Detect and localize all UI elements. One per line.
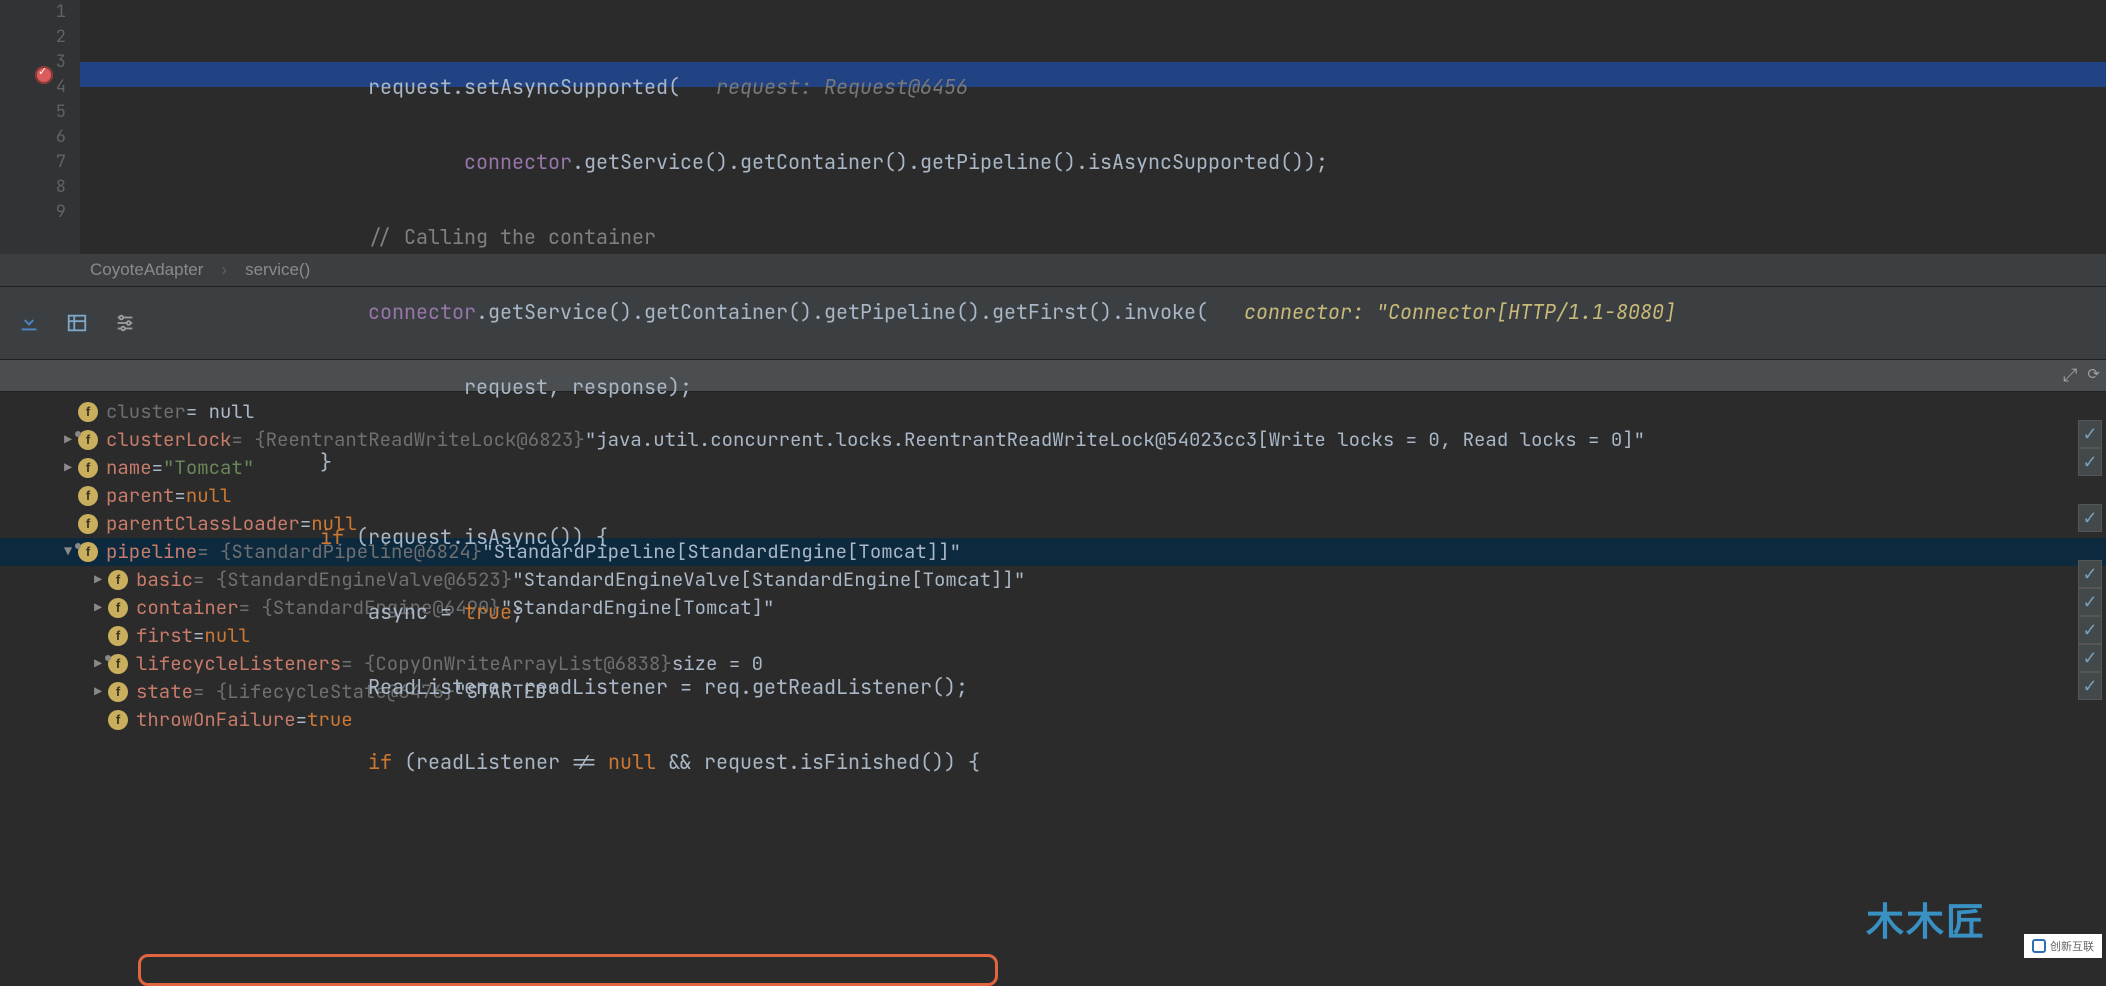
field-icon: f: [108, 570, 128, 590]
code-text: }: [320, 449, 332, 475]
expand-icon[interactable]: ⤢: [2063, 364, 2077, 387]
variable-name: first: [136, 622, 193, 650]
line-number: 6: [0, 125, 66, 150]
variable-value: "StandardEngineValve[StandardEngine[Tomc…: [512, 566, 1025, 594]
variable-row[interactable]: f throwOnFailure = true: [0, 706, 2106, 734]
line-number: 4: [0, 75, 66, 100]
code-keyword: null: [608, 749, 656, 775]
expand-arrow-icon[interactable]: ▶: [90, 566, 106, 594]
step-into-icon[interactable]: [18, 312, 40, 334]
code-text: ;: [512, 599, 524, 625]
watch-checkbox[interactable]: ✓: [2078, 588, 2102, 616]
line-number: 5: [0, 100, 66, 125]
field-icon: f: [108, 626, 128, 646]
code-text: request.setAsyncSupported(: [368, 74, 680, 100]
code-editor[interactable]: 1 2 3 4 5 6 7 8 9 request.setAsyncSuppor…: [0, 0, 2106, 254]
line-number: 1: [0, 0, 66, 25]
code-comment: // Calling the container: [368, 224, 656, 250]
gutter: 1 2 3 4 5 6 7 8 9: [0, 0, 80, 254]
variable-value: true: [307, 706, 353, 734]
code-text: .getService().getContainer().getPipeline…: [476, 299, 1208, 325]
watch-checkbox[interactable]: ✓: [2078, 504, 2102, 532]
variable-value: "java.util.concurrent.locks.ReentrantRea…: [585, 426, 1645, 454]
variable-row[interactable]: fparent = null: [0, 482, 2106, 510]
variable-type: = {StandardEngineValve@6523}: [193, 566, 512, 594]
watch-checkbox[interactable]: ✓: [2078, 420, 2102, 448]
line-number: 9: [0, 200, 66, 225]
line-number: 2: [0, 25, 66, 50]
watch-checkbox[interactable]: ✓: [2078, 448, 2102, 476]
code-keyword: if: [320, 524, 344, 550]
watermark-badge: 创新互联: [2024, 934, 2102, 958]
variable-value: "StandardEngine[Tomcat]": [501, 594, 775, 622]
variable-row[interactable]: ffirst = null: [0, 622, 2106, 650]
variable-value: =: [193, 622, 204, 650]
line-number: 3: [0, 50, 66, 75]
variable-value: null: [186, 482, 232, 510]
expand-arrow-icon[interactable]: ▶: [60, 426, 76, 454]
param-hint: request: Request@6456: [680, 74, 968, 100]
variable-value: =: [296, 706, 307, 734]
variable-name: parent: [106, 482, 174, 510]
code-keyword: true: [464, 599, 512, 625]
watch-checkbox-column: ✓✓✓✓✓✓✓✓: [2078, 420, 2102, 700]
watch-checkbox[interactable]: ✓: [2078, 644, 2102, 672]
code-text: connector: [368, 299, 476, 325]
variable-name: basic: [136, 566, 193, 594]
breakpoint-icon[interactable]: [35, 66, 53, 84]
variable-row[interactable]: ▶fbasic = {StandardEngineValve@6523} "St…: [0, 566, 2106, 594]
highlight-annotation: [138, 954, 998, 986]
expand-arrow-icon[interactable]: ▶: [60, 454, 76, 482]
inline-value-hint: connector: "Connector[HTTP/1.1-8080]: [1208, 299, 1676, 325]
line-number: 7: [0, 150, 66, 175]
code-area[interactable]: request.setAsyncSupported( request: Requ…: [80, 0, 2106, 254]
variable-value: null: [204, 622, 250, 650]
variable-row[interactable]: f cluster = null: [0, 398, 2106, 426]
code-text: connector: [464, 149, 572, 175]
field-icon: f: [108, 710, 128, 730]
expand-arrow-icon[interactable]: ▼: [60, 538, 76, 566]
field-icon: f: [108, 654, 128, 674]
watch-checkbox[interactable]: ✓: [2078, 616, 2102, 644]
code-text: .getService().getContainer().getPipeline…: [572, 149, 1328, 175]
variable-name: cluster: [106, 398, 186, 426]
code-text: ReadListener readListener = req.getReadL…: [368, 674, 968, 700]
variable-value: = null: [186, 398, 254, 426]
watermark-text: 木木匠: [1866, 891, 1986, 946]
code-text: request, response);: [464, 374, 692, 400]
field-icon: f: [78, 402, 98, 422]
field-icon: f: [78, 430, 98, 450]
field-icon: f: [78, 486, 98, 506]
watch-checkbox[interactable]: ✓: [2078, 560, 2102, 588]
code-text: (request.isAsync()) {: [344, 524, 608, 550]
variable-name: throwOnFailure: [136, 706, 296, 734]
refresh-icon[interactable]: ⟳: [2087, 364, 2100, 387]
code-text: (readListener !=: [392, 749, 608, 775]
code-keyword: if: [368, 749, 392, 775]
watch-checkbox[interactable]: ✓: [2078, 672, 2102, 700]
code-text: && request.isFinished()) {: [656, 749, 980, 775]
line-number: 8: [0, 175, 66, 200]
code-text: async =: [368, 599, 464, 625]
variable-value: =: [174, 482, 185, 510]
